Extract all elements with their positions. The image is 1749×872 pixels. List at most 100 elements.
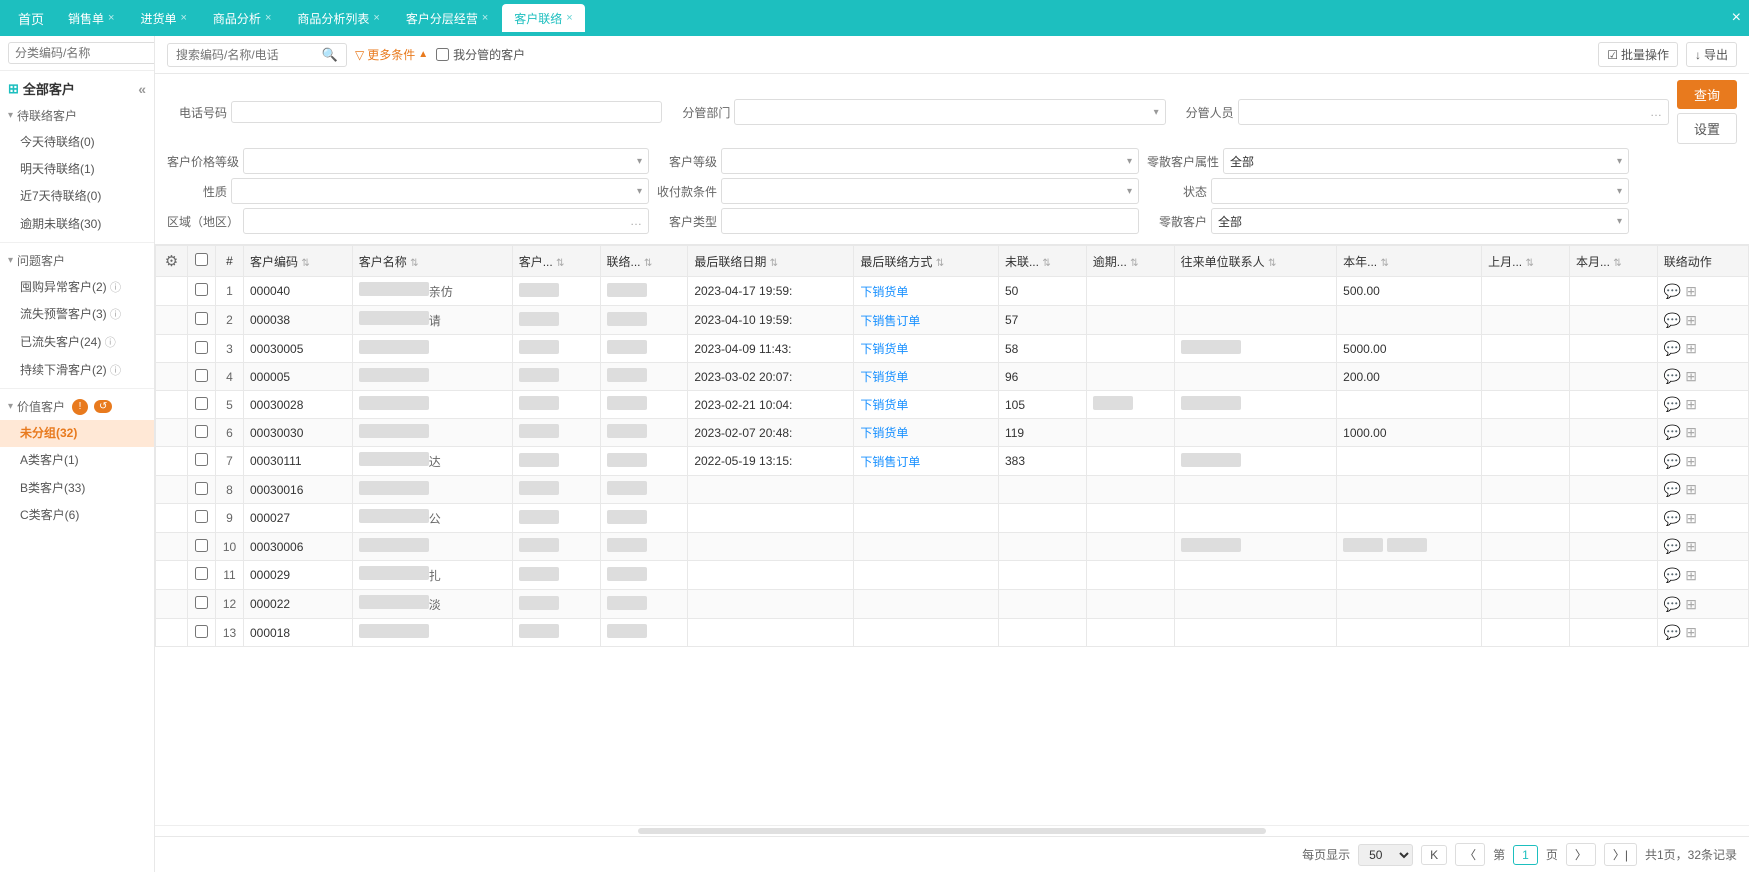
nav-tab-customer-tier[interactable]: 客户分层经营 × bbox=[394, 4, 500, 32]
sidebar-item-c-class[interactable]: C类客户(6) bbox=[0, 502, 154, 529]
page-number[interactable]: 1 bbox=[1513, 845, 1538, 865]
nav-home[interactable]: 首页 bbox=[8, 9, 54, 28]
filter-my-checkbox[interactable] bbox=[436, 48, 449, 61]
grid-action-icon[interactable]: ⊞ bbox=[1685, 312, 1697, 329]
grid-action-icon[interactable]: ⊞ bbox=[1685, 596, 1697, 613]
sidebar-item-churn-warn[interactable]: 流失预警客户(3) ⓘ bbox=[0, 301, 154, 329]
th-no-contact[interactable]: 未联... ⇅ bbox=[998, 246, 1086, 277]
batch-ops-btn[interactable]: ☑ 批量操作 bbox=[1598, 42, 1678, 67]
th-last-date[interactable]: 最后联络日期 ⇅ bbox=[688, 246, 854, 277]
chat-icon[interactable]: 💬 bbox=[1664, 424, 1681, 441]
method-link[interactable]: 下销售订单 bbox=[860, 314, 920, 328]
sidebar-item-week[interactable]: 近7天待联络(0) bbox=[0, 183, 154, 210]
prev-page-btn[interactable]: 〈 bbox=[1455, 843, 1485, 866]
select-cust-grade[interactable]: ▾ bbox=[721, 148, 1139, 174]
grid-action-icon[interactable]: ⊞ bbox=[1685, 283, 1697, 300]
nav-tab-analysis-list[interactable]: 商品分析列表 × bbox=[285, 4, 391, 32]
chat-icon[interactable]: 💬 bbox=[1664, 538, 1681, 555]
select-status[interactable]: ▾ bbox=[1211, 178, 1629, 204]
sidebar-item-tomorrow[interactable]: 明天待联络(1) bbox=[0, 156, 154, 183]
cell-code[interactable]: 000029 bbox=[244, 561, 353, 590]
chat-icon[interactable]: 💬 bbox=[1664, 283, 1681, 300]
th-last-month[interactable]: 上月... ⇅ bbox=[1482, 246, 1570, 277]
method-link[interactable]: 下销货单 bbox=[860, 398, 908, 412]
select-payment[interactable]: ▾ bbox=[721, 178, 1139, 204]
grid-action-icon[interactable]: ⊞ bbox=[1685, 567, 1697, 584]
sidebar-item-ungroup[interactable]: 未分组(32) bbox=[0, 420, 154, 447]
select-cust-type[interactable] bbox=[721, 208, 1139, 234]
next-page-btn[interactable]: 〉 bbox=[1566, 843, 1596, 866]
row-checkbox[interactable] bbox=[195, 425, 208, 438]
select-nature[interactable]: ▾ bbox=[231, 178, 649, 204]
cell-code[interactable]: 00030028 bbox=[244, 391, 353, 419]
sidebar-search-input[interactable] bbox=[8, 42, 155, 64]
select-dept[interactable]: ▾ bbox=[734, 99, 1165, 125]
method-link[interactable]: 下销货单 bbox=[860, 285, 908, 299]
nav-tab-customer-contact[interactable]: 客户联络 × bbox=[502, 4, 584, 32]
chat-icon[interactable]: 💬 bbox=[1664, 624, 1681, 641]
chat-icon[interactable]: 💬 bbox=[1664, 340, 1681, 357]
chat-icon[interactable]: 💬 bbox=[1664, 396, 1681, 413]
last-page-btn[interactable]: 〉| bbox=[1604, 843, 1637, 866]
cell-code[interactable]: 00030030 bbox=[244, 419, 353, 447]
sidebar-item-b-class[interactable]: B类客户(33) bbox=[0, 475, 154, 502]
sidebar-section-pending-title[interactable]: ▾ 待联络客户 bbox=[0, 102, 154, 129]
export-btn[interactable]: ↓ 导出 bbox=[1686, 42, 1737, 67]
nav-tab-sales-close[interactable]: × bbox=[108, 12, 114, 24]
grid-action-icon[interactable]: ⊞ bbox=[1685, 340, 1697, 357]
sidebar-section-problem-title[interactable]: ▾ 问题客户 bbox=[0, 247, 154, 274]
sidebar-collapse-icon[interactable]: « bbox=[138, 81, 146, 97]
th-code[interactable]: 客户编码 ⇅ bbox=[244, 246, 353, 277]
row-checkbox[interactable] bbox=[195, 369, 208, 382]
sidebar-item-abnormal[interactable]: 囤购异常客户(2) ⓘ bbox=[0, 274, 154, 302]
method-link[interactable]: 下销售订单 bbox=[860, 455, 920, 469]
cell-code[interactable]: 00030006 bbox=[244, 533, 353, 561]
grid-action-icon[interactable]: ⊞ bbox=[1685, 481, 1697, 498]
cell-code[interactable]: 000022 bbox=[244, 590, 353, 619]
filter-search-icon[interactable]: 🔍 bbox=[322, 47, 338, 63]
sidebar-item-lost[interactable]: 已流失客户(24) ⓘ bbox=[0, 329, 154, 357]
cell-code[interactable]: 00030111 bbox=[244, 447, 353, 476]
cell-code[interactable]: 000027 bbox=[244, 504, 353, 533]
first-page-btn[interactable]: K bbox=[1421, 845, 1447, 865]
th-type[interactable]: 客户... ⇅ bbox=[512, 246, 600, 277]
th-contact[interactable]: 联络... ⇅ bbox=[600, 246, 688, 277]
grid-action-icon[interactable]: ⊞ bbox=[1685, 510, 1697, 527]
close-all-icon[interactable]: × bbox=[1732, 9, 1741, 27]
input-phone[interactable] bbox=[231, 101, 662, 123]
th-settings[interactable]: ⚙ bbox=[156, 246, 188, 277]
row-checkbox[interactable] bbox=[195, 567, 208, 580]
nav-tab-purchase-close[interactable]: × bbox=[180, 12, 186, 24]
filter-more-btn[interactable]: ▽ 更多条件 ▲ bbox=[355, 46, 428, 63]
chat-icon[interactable]: 💬 bbox=[1664, 453, 1681, 470]
cell-code[interactable]: 000038 bbox=[244, 306, 353, 335]
reset-btn[interactable]: 设置 bbox=[1677, 113, 1737, 144]
select-all-checkbox[interactable] bbox=[195, 253, 208, 266]
settings-icon[interactable]: ⚙ bbox=[165, 253, 178, 270]
cell-code[interactable]: 00030016 bbox=[244, 476, 353, 504]
row-checkbox[interactable] bbox=[195, 341, 208, 354]
chat-icon[interactable]: 💬 bbox=[1664, 368, 1681, 385]
per-page-select[interactable]: 50 100 200 bbox=[1358, 844, 1413, 866]
grid-action-icon[interactable]: ⊞ bbox=[1685, 424, 1697, 441]
select-price-grade[interactable]: ▾ bbox=[243, 148, 649, 174]
grid-action-icon[interactable]: ⊞ bbox=[1685, 538, 1697, 555]
chat-icon[interactable]: 💬 bbox=[1664, 510, 1681, 527]
cell-code[interactable]: 00030005 bbox=[244, 335, 353, 363]
chat-icon[interactable]: 💬 bbox=[1664, 481, 1681, 498]
select-scatter-cust[interactable]: 全部 ▾ bbox=[1211, 208, 1629, 234]
row-checkbox[interactable] bbox=[195, 312, 208, 325]
sidebar-item-overdue[interactable]: 逾期未联络(30) bbox=[0, 211, 154, 238]
cell-code[interactable]: 000040 bbox=[244, 277, 353, 306]
sidebar-item-today[interactable]: 今天待联络(0) bbox=[0, 129, 154, 156]
nav-tab-customer-contact-close[interactable]: × bbox=[566, 12, 572, 24]
nav-tab-analysis[interactable]: 商品分析 × bbox=[201, 4, 283, 32]
grid-action-icon[interactable]: ⊞ bbox=[1685, 368, 1697, 385]
query-btn[interactable]: 查询 bbox=[1677, 80, 1737, 109]
nav-tab-analysis-list-close[interactable]: × bbox=[373, 12, 379, 24]
cell-code[interactable]: 000005 bbox=[244, 363, 353, 391]
method-link[interactable]: 下销货单 bbox=[860, 370, 908, 384]
row-checkbox[interactable] bbox=[195, 397, 208, 410]
th-overdue[interactable]: 逾期... ⇅ bbox=[1086, 246, 1174, 277]
row-checkbox[interactable] bbox=[195, 510, 208, 523]
